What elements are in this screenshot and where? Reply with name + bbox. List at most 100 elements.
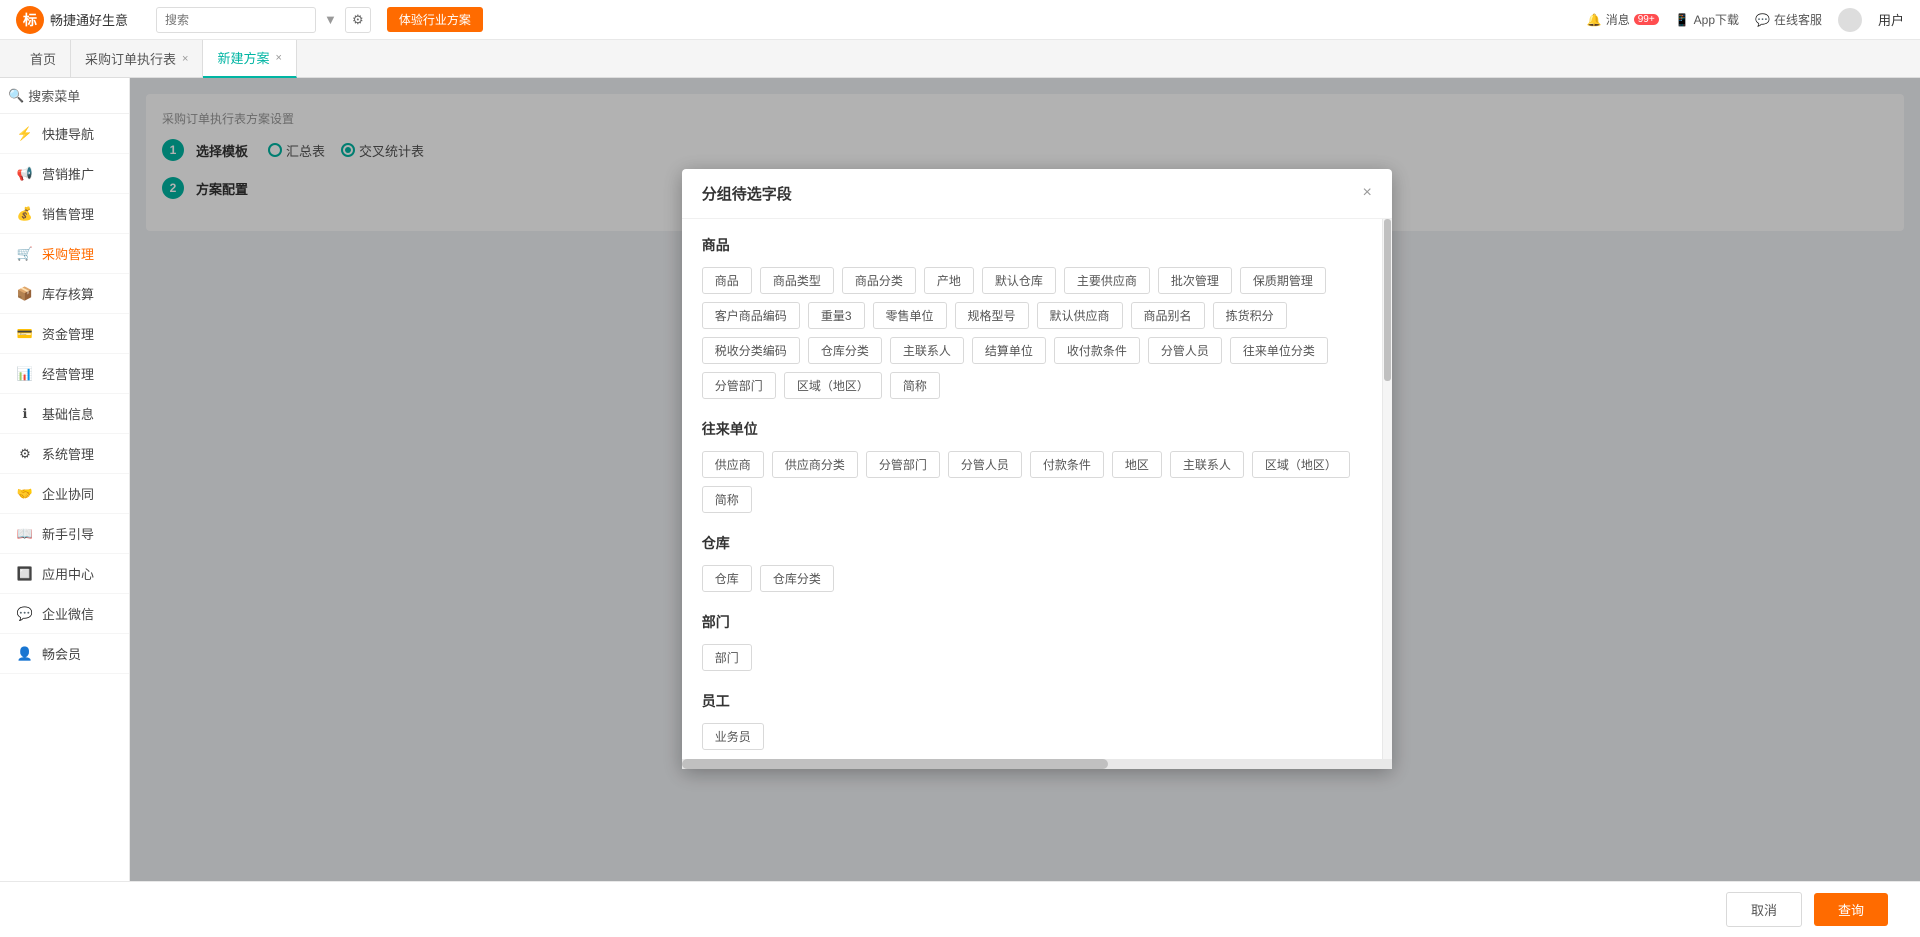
sidebar-item-inventory[interactable]: 📦 库存核算 <box>0 274 129 314</box>
top-header: 标 畅捷通好生意 ▼ ⚙ 体验行业方案 🔔 消息 99+ 📱 App下载 💬 在… <box>0 0 1920 40</box>
tab-purchase-exec-close[interactable]: × <box>182 53 188 65</box>
guide-icon: 📖 <box>16 525 34 543</box>
field-chip-0-2[interactable]: 商品分类 <box>842 267 916 294</box>
sidebar-item-finance[interactable]: 💳 资金管理 <box>0 314 129 354</box>
tab-purchase-exec[interactable]: 采购订单执行表 × <box>71 40 203 78</box>
logo-text: 畅捷通好生意 <box>50 10 128 29</box>
trial-button[interactable]: 体验行业方案 <box>387 7 483 32</box>
field-chip-0-16[interactable]: 仓库分类 <box>808 337 882 364</box>
field-chip-0-9[interactable]: 重量3 <box>808 302 865 329</box>
field-chip-0-10[interactable]: 零售单位 <box>873 302 947 329</box>
search-input[interactable] <box>156 7 316 33</box>
field-chip-0-24[interactable]: 简称 <box>890 372 940 399</box>
field-chip-1-4[interactable]: 付款条件 <box>1030 451 1104 478</box>
sidebar-item-wechat[interactable]: 💬 企业微信 <box>0 594 129 634</box>
field-chip-1-2[interactable]: 分管部门 <box>866 451 940 478</box>
field-chip-0-18[interactable]: 结算单位 <box>972 337 1046 364</box>
header-right: 🔔 消息 99+ 📱 App下载 💬 在线客服 用户 <box>1587 8 1904 32</box>
online-service-button[interactable]: 💬 在线客服 <box>1755 11 1822 28</box>
avatar[interactable] <box>1838 8 1862 32</box>
sidebar-item-operations[interactable]: 📊 经营管理 <box>0 354 129 394</box>
field-chip-0-14[interactable]: 拣货积分 <box>1213 302 1287 329</box>
gear-icon: ⚙ <box>352 12 364 28</box>
tab-home[interactable]: 首页 <box>16 40 71 78</box>
field-chip-1-0[interactable]: 供应商 <box>702 451 764 478</box>
field-chip-0-5[interactable]: 主要供应商 <box>1064 267 1150 294</box>
user-name: 用户 <box>1878 10 1904 29</box>
field-chip-0-22[interactable]: 分管部门 <box>702 372 776 399</box>
field-chip-1-7[interactable]: 区域（地区） <box>1252 451 1350 478</box>
search-icon: 🔍 <box>8 88 24 104</box>
field-chip-0-8[interactable]: 客户商品编码 <box>702 302 800 329</box>
sidebar-item-apps[interactable]: 🔲 应用中心 <box>0 554 129 594</box>
field-chip-0-19[interactable]: 收付款条件 <box>1054 337 1140 364</box>
field-chip-0-4[interactable]: 默认仓库 <box>982 267 1056 294</box>
message-icon: 🔔 <box>1587 13 1602 27</box>
sidebar-item-basics[interactable]: ℹ 基础信息 <box>0 394 129 434</box>
section-title-1: 往来单位 <box>702 419 1362 439</box>
download-icon: 📱 <box>1675 13 1690 27</box>
cancel-button[interactable]: 取消 <box>1726 892 1802 927</box>
sidebar-search[interactable]: 🔍 搜索菜单 <box>0 78 129 114</box>
modal-vertical-scrollbar[interactable] <box>1382 219 1392 759</box>
modal-body: 商品商品商品类型商品分类产地默认仓库主要供应商批次管理保质期管理客户商品编码重量… <box>682 219 1382 759</box>
sidebar-item-member[interactable]: 👤 畅会员 <box>0 634 129 674</box>
basics-icon: ℹ <box>16 405 34 423</box>
sidebar-item-sales[interactable]: 💰 销售管理 <box>0 194 129 234</box>
gear-button[interactable]: ⚙ <box>345 7 371 33</box>
sidebar-item-purchase[interactable]: 🛒 采购管理 <box>0 234 129 274</box>
field-chip-1-6[interactable]: 主联系人 <box>1170 451 1244 478</box>
field-chip-0-1[interactable]: 商品类型 <box>760 267 834 294</box>
operations-icon: 📊 <box>16 365 34 383</box>
member-icon: 👤 <box>16 645 34 663</box>
modal-header: 分组待选字段 × <box>682 169 1392 219</box>
field-chip-0-3[interactable]: 产地 <box>924 267 974 294</box>
field-chip-1-3[interactable]: 分管人员 <box>948 451 1022 478</box>
purchase-icon: 🛒 <box>16 245 34 263</box>
field-chip-0-21[interactable]: 往来单位分类 <box>1230 337 1328 364</box>
shortcuts-icon: ⚡ <box>16 125 34 143</box>
finance-icon: 💳 <box>16 325 34 343</box>
field-chip-3-0[interactable]: 部门 <box>702 644 752 671</box>
field-chip-0-23[interactable]: 区域（地区） <box>784 372 882 399</box>
field-chip-0-15[interactable]: 税收分类编码 <box>702 337 800 364</box>
sidebar-item-guide[interactable]: 📖 新手引导 <box>0 514 129 554</box>
section-title-4: 员工 <box>702 691 1362 711</box>
modal-close-button[interactable]: × <box>1362 184 1371 202</box>
modal-title: 分组待选字段 <box>702 183 792 204</box>
sidebar-item-shortcuts[interactable]: ⚡ 快捷导航 <box>0 114 129 154</box>
apps-icon: 🔲 <box>16 565 34 583</box>
field-chip-0-20[interactable]: 分管人员 <box>1148 337 1222 364</box>
field-chip-1-8[interactable]: 简称 <box>702 486 752 513</box>
field-section-4: 员工业务员 <box>702 691 1362 750</box>
field-chip-0-17[interactable]: 主联系人 <box>890 337 964 364</box>
field-grid-1: 供应商供应商分类分管部门分管人员付款条件地区主联系人区域（地区） 简称 <box>702 451 1362 513</box>
sidebar-item-system[interactable]: ⚙ 系统管理 <box>0 434 129 474</box>
search-dropdown-icon[interactable]: ▼ <box>324 12 337 27</box>
sidebar-item-collab[interactable]: 🤝 企业协同 <box>0 474 129 514</box>
tab-purchase-exec-label: 采购订单执行表 <box>85 49 176 68</box>
field-chip-0-0[interactable]: 商品 <box>702 267 752 294</box>
inventory-icon: 📦 <box>16 285 34 303</box>
section-title-3: 部门 <box>702 612 1362 632</box>
field-grid-4: 业务员 <box>702 723 1362 750</box>
field-chip-2-0[interactable]: 仓库 <box>702 565 752 592</box>
field-chip-1-1[interactable]: 供应商分类 <box>772 451 858 478</box>
tab-new-plan[interactable]: 新建方案 × <box>203 40 296 78</box>
field-chip-0-11[interactable]: 规格型号 <box>955 302 1029 329</box>
field-chip-4-0[interactable]: 业务员 <box>702 723 764 750</box>
tab-home-label: 首页 <box>30 49 56 68</box>
field-section-3: 部门部门 <box>702 612 1362 671</box>
tab-new-plan-close[interactable]: × <box>275 52 281 64</box>
messages-button[interactable]: 🔔 消息 99+ <box>1587 11 1659 28</box>
field-chip-0-7[interactable]: 保质期管理 <box>1240 267 1326 294</box>
field-chip-2-1[interactable]: 仓库分类 <box>760 565 834 592</box>
app-download-button[interactable]: 📱 App下载 <box>1675 11 1739 28</box>
confirm-button[interactable]: 查询 <box>1814 893 1888 926</box>
field-chip-0-6[interactable]: 批次管理 <box>1158 267 1232 294</box>
field-chip-0-12[interactable]: 默认供应商 <box>1037 302 1123 329</box>
field-chip-0-13[interactable]: 商品别名 <box>1131 302 1205 329</box>
sidebar-item-marketing[interactable]: 📢 营销推广 <box>0 154 129 194</box>
field-chip-1-5[interactable]: 地区 <box>1112 451 1162 478</box>
field-select-modal: 分组待选字段 × 商品商品商品类型商品分类产地默认仓库主要供应商批次管理保质期管… <box>682 169 1392 769</box>
